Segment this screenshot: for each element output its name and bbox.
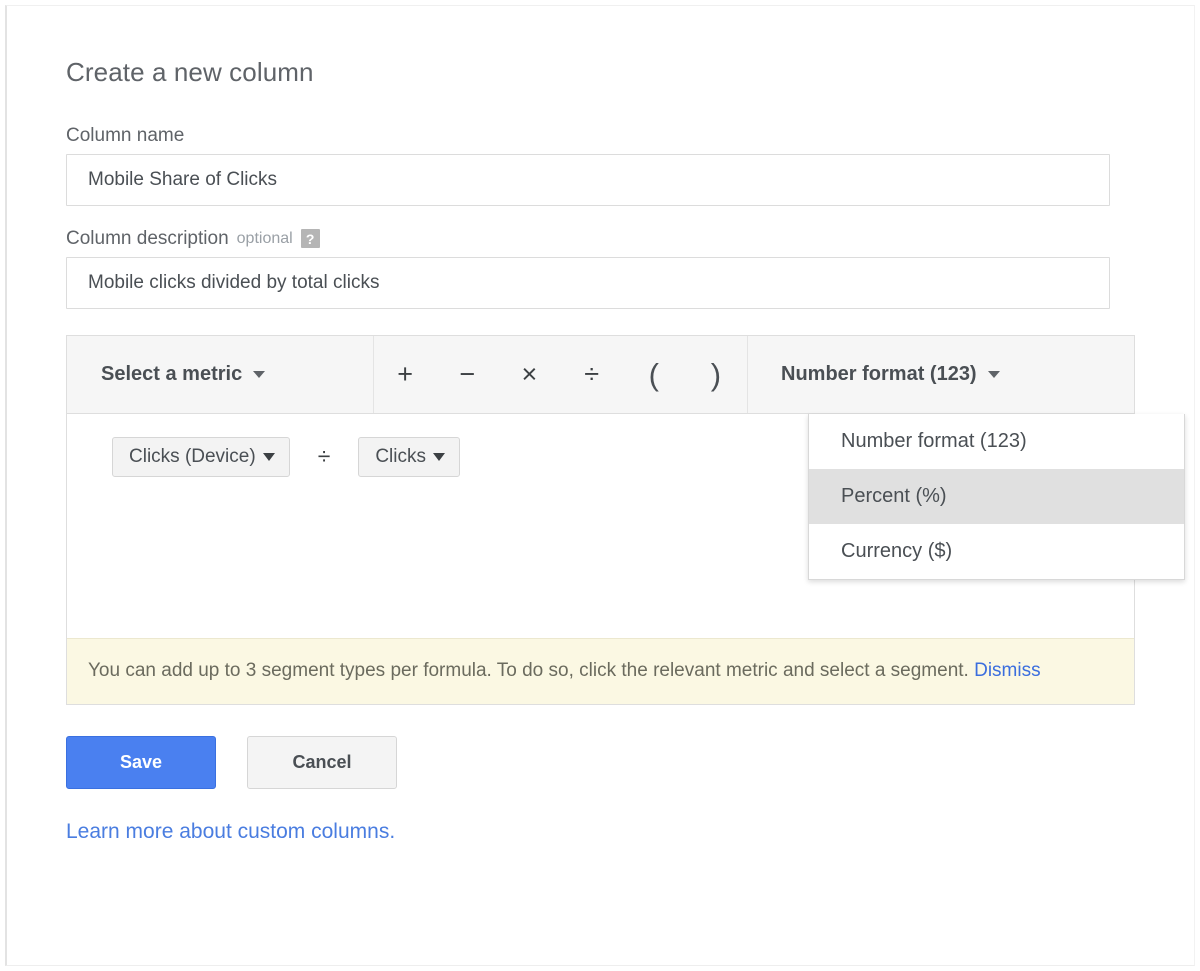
triangle-down-icon [262,452,275,461]
metric-chip-clicks[interactable]: Clicks [358,436,460,477]
cancel-button[interactable]: Cancel [247,736,397,790]
formula-builder: Select a metric + − × ÷ ( ) Number forma… [66,334,1185,706]
operator-plus-button[interactable]: + [374,360,436,388]
column-name-input[interactable] [66,153,1110,206]
metric-chip-label: Clicks [375,445,426,467]
dialog-content: Create a new column Column name Column d… [66,57,1185,844]
chevron-down-icon [253,370,266,378]
formula-operator: ÷ [317,443,331,470]
select-metric-button[interactable]: Select a metric [67,335,374,413]
segment-notice: You can add up to 3 segment types per fo… [67,637,1134,705]
learn-more-link[interactable]: Learn more about custom columns. [66,820,395,844]
operator-bar: + − × ÷ ( ) [374,335,748,413]
dropdown-item-currency[interactable]: Currency ($) [809,523,1184,579]
chevron-down-icon [987,370,1000,378]
operator-minus-button[interactable]: − [436,360,498,388]
operator-open-paren-button[interactable]: ( [623,359,685,390]
dialog-frame: Create a new column Column name Column d… [5,5,1195,966]
column-description-label: Column description optional ? [66,228,1141,250]
operator-close-paren-button[interactable]: ) [685,359,747,390]
dismiss-link[interactable]: Dismiss [974,660,1041,681]
dropdown-item-percent[interactable]: Percent (%) [809,468,1184,524]
triangle-down-icon [432,452,445,461]
segment-notice-text: You can add up to 3 segment types per fo… [88,659,969,681]
operator-multiply-button[interactable]: × [498,360,560,388]
builder-toolbar: Select a metric + − × ÷ ( ) Number forma… [67,335,1134,414]
operator-divide-button[interactable]: ÷ [561,360,623,388]
column-description-label-text: Column description [66,227,229,249]
help-icon[interactable]: ? [300,229,320,249]
optional-hint: optional [236,229,293,247]
number-format-button[interactable]: Number format (123) [748,336,1134,413]
number-format-label: Number format (123) [781,362,977,385]
dropdown-item-number-format[interactable]: Number format (123) [809,413,1184,469]
number-format-dropdown: Number format (123) Percent (%) Currency… [808,413,1185,580]
column-description-input[interactable] [66,256,1110,309]
page-title: Create a new column [66,57,314,87]
metric-chip-label: Clicks (Device) [129,445,256,467]
save-button[interactable]: Save [66,736,216,790]
metric-chip-clicks-device[interactable]: Clicks (Device) [112,436,290,477]
column-name-label: Column name [66,125,1141,147]
dialog-actions: Save Cancel [66,736,1141,790]
select-metric-label: Select a metric [101,362,243,385]
column-name-label-text: Column name [66,124,185,146]
